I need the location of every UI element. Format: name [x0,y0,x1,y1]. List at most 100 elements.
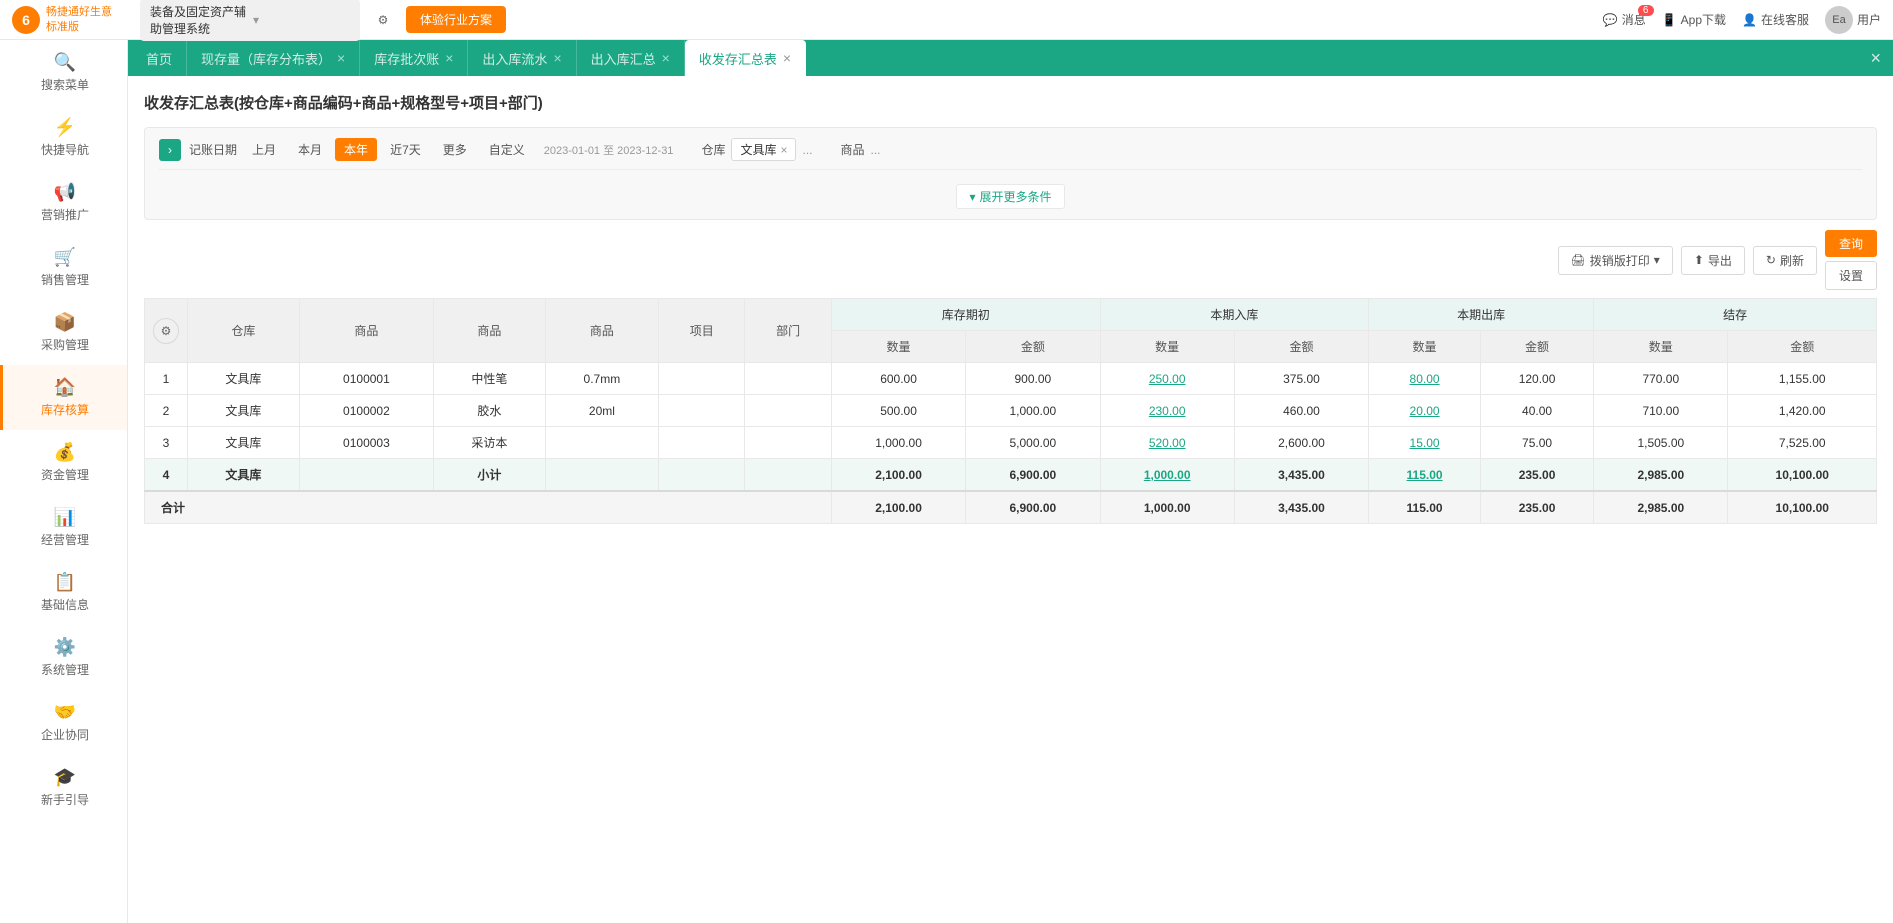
product-more-btn[interactable]: ... [871,143,881,157]
table-cell: 7,525.00 [1728,427,1877,459]
table-cell [658,427,744,459]
table-cell[interactable]: 1,000.00 [1100,459,1234,492]
close-all-tabs-button[interactable]: × [1862,48,1889,69]
chevron-down-icon: ▾ [1654,253,1660,267]
col-spec-header: 商品 [545,299,658,363]
chart-icon: 📊 [54,507,76,528]
sidebar: 🔍 搜索菜单 ⚡ 快捷导航 📢 营销推广 🛒 销售管理 📦 采购管理 🏠 库存核… [0,40,128,923]
warehouse-tag-remove[interactable]: × [780,143,787,157]
online-service-button[interactable]: 👤 在线客服 [1742,11,1809,28]
cart-icon: 🛒 [54,247,76,268]
sidebar-item-operations[interactable]: 📊 经营管理 [0,495,127,560]
sidebar-item-basic[interactable]: 📋 基础信息 [0,560,127,625]
query-button[interactable]: 查询 [1825,230,1877,257]
table-cell [745,395,831,427]
setup-button[interactable]: 设置 [1825,261,1877,290]
table-cell[interactable]: 20.00 [1369,395,1481,427]
sidebar-item-finance[interactable]: 💰 资金管理 [0,430,127,495]
tab-batch-account[interactable]: 库存批次账 × [360,40,468,76]
system-selector[interactable]: 装备及固定资产辅助管理系统 ▾ [140,0,360,41]
table-row: 3文具库0100003采访本1,000.005,000.00520.002,60… [145,427,1877,459]
settings-icon[interactable]: ⚙ [368,5,398,35]
tab-recv-summary[interactable]: 收发存汇总表 × [685,40,806,76]
date-btn-7days[interactable]: 近7天 [381,138,430,161]
sidebar-item-purchase[interactable]: 📦 采购管理 [0,300,127,365]
table-cell [658,395,744,427]
warehouse-more-btn[interactable]: ... [802,143,812,157]
app-download-button[interactable]: 📱 App下载 [1662,11,1726,28]
col-amt-out: 金额 [1480,331,1593,363]
footer-qty-in: 1,000.00 [1100,491,1234,524]
sidebar-item-quick-nav[interactable]: ⚡ 快捷导航 [0,105,127,170]
guide-icon: 🎓 [54,767,76,788]
table-cell: 文具库 [188,395,300,427]
date-btn-more[interactable]: 更多 [434,138,476,161]
table-cell: 1,505.00 [1594,427,1728,459]
user-menu-button[interactable]: Ea 用户 [1825,6,1881,34]
table-cell [745,363,831,395]
message-button[interactable]: 💬 消息 6 [1603,11,1646,28]
trial-button[interactable]: 体验行业方案 [406,6,506,33]
tab-inout-summary[interactable]: 出入库汇总 × [577,40,685,76]
tab-inout-flow[interactable]: 出入库流水 × [468,40,576,76]
print-button[interactable]: 🖨 拨销版打印 ▾ [1558,246,1673,275]
col-settings-header[interactable]: ⚙ [145,299,188,363]
close-icon[interactable]: × [783,50,791,66]
filter-expand-icon[interactable]: › [159,139,181,161]
col-amt-bal: 金额 [1728,331,1877,363]
sidebar-item-guide[interactable]: 🎓 新手引导 [0,755,127,820]
close-icon[interactable]: × [445,50,453,66]
product-label: 商品 [841,141,865,158]
table-row: 2文具库0100002胶水20ml500.001,000.00230.00460… [145,395,1877,427]
tab-home[interactable]: 首页 [132,40,187,76]
date-btn-this-year[interactable]: 本年 [335,138,377,161]
expand-more-button[interactable]: ▾ 展开更多条件 [956,184,1064,209]
table-cell: 5,000.00 [966,427,1100,459]
table-cell: 6,900.00 [966,459,1100,492]
table-cell: 500.00 [831,395,965,427]
table-cell[interactable]: 520.00 [1100,427,1234,459]
table-cell: 中性笔 [434,363,546,395]
sidebar-item-sales[interactable]: 🛒 销售管理 [0,235,127,300]
table-cell [545,459,658,492]
sidebar-item-search[interactable]: 🔍 搜索菜单 [0,40,127,105]
col-qty-out: 数量 [1369,331,1481,363]
close-icon[interactable]: × [553,50,561,66]
row-num: 4 [145,459,188,492]
table-cell[interactable]: 230.00 [1100,395,1234,427]
close-icon[interactable]: × [662,50,670,66]
sidebar-item-enterprise[interactable]: 🤝 企业协同 [0,690,127,755]
col-amt-in: 金额 [1234,331,1368,363]
sidebar-item-inventory[interactable]: 🏠 库存核算 [0,365,127,430]
table-cell[interactable]: 80.00 [1369,363,1481,395]
close-icon[interactable]: × [337,50,345,66]
table-cell: 120.00 [1480,363,1593,395]
table-cell: 1,420.00 [1728,395,1877,427]
sidebar-item-marketing[interactable]: 📢 营销推广 [0,170,127,235]
sidebar-item-system[interactable]: ⚙️ 系统管理 [0,625,127,690]
date-range-text: 2023-01-01 至 2023-12-31 [544,142,674,158]
table-cell [658,459,744,492]
table-cell: 3,435.00 [1234,459,1368,492]
date-btn-last-month[interactable]: 上月 [243,138,285,161]
table-cell: 1,000.00 [966,395,1100,427]
refresh-button[interactable]: ↻ 刷新 [1753,246,1817,275]
export-button[interactable]: ⬆ 导出 [1681,246,1745,275]
table-cell: 460.00 [1234,395,1368,427]
table-cell[interactable]: 115.00 [1369,459,1481,492]
tab-inventory-dist[interactable]: 现存量（库存分布表） × [187,40,360,76]
box-icon: 📦 [54,312,76,333]
home-icon: 🏠 [54,377,76,398]
table-cell: 1,155.00 [1728,363,1877,395]
table-cell[interactable]: 250.00 [1100,363,1234,395]
table-cell: 胶水 [434,395,546,427]
col-code-header: 商品 [299,299,433,363]
table-cell [658,363,744,395]
date-btn-custom[interactable]: 自定义 [480,138,534,161]
table-cell: 小计 [434,459,546,492]
date-btn-this-month[interactable]: 本月 [289,138,331,161]
message-icon: 💬 [1603,13,1618,27]
search-icon: 🔍 [54,52,76,73]
refresh-icon: ↻ [1766,253,1776,267]
table-cell[interactable]: 15.00 [1369,427,1481,459]
